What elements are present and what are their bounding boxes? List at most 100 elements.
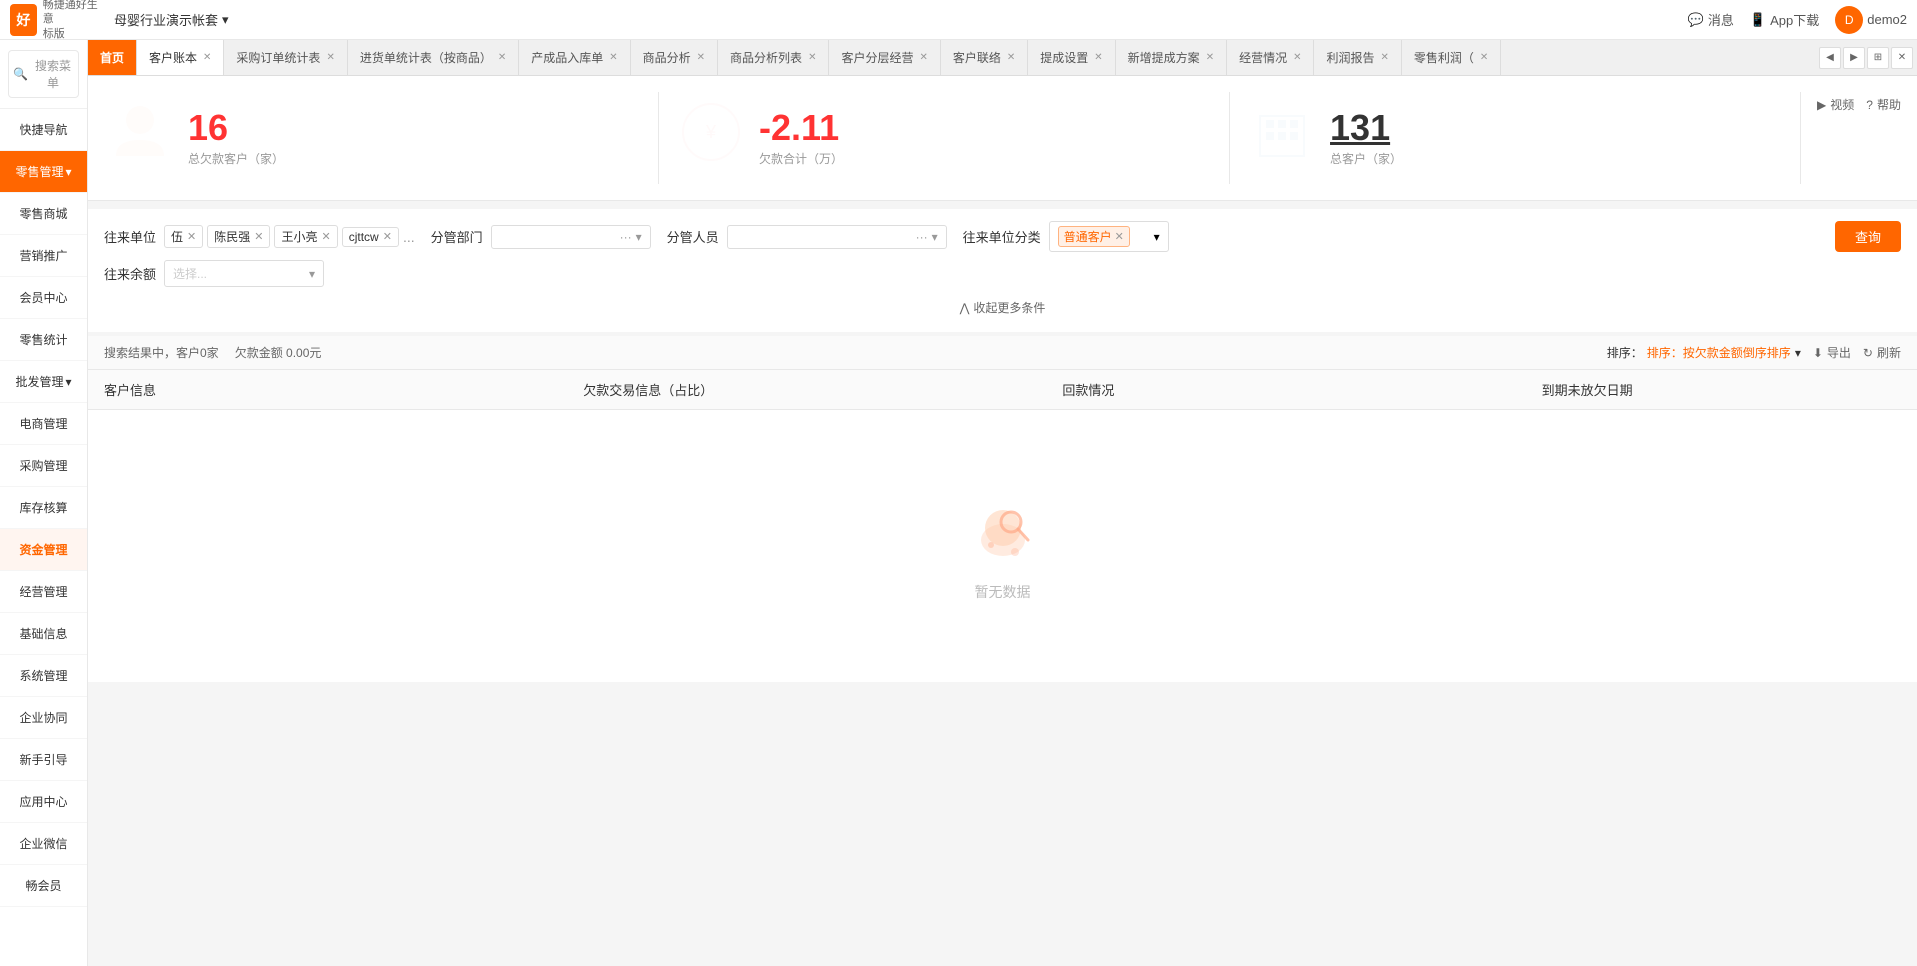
classify-dropdown-icon: ▾ [1154, 230, 1160, 244]
debt-icon: ¥ [679, 100, 743, 176]
inventory-label: 库存核算 [19, 501, 67, 515]
filter-tag-wu-close[interactable]: ✕ [187, 230, 196, 243]
sidebar-item-retail-mall[interactable]: 零售商城 [0, 193, 87, 235]
tab-customer-contacts[interactable]: 客户联络 ✕ [941, 40, 1028, 75]
query-button[interactable]: 查询 [1835, 221, 1901, 252]
chevron-down-icon: ▾ [65, 165, 71, 179]
tab-close-icon-11[interactable]: ✕ [1293, 52, 1301, 63]
stat-card-credit-customers: 16 总欠款客户（家） [88, 92, 659, 184]
filter-row-2: 往来余额 选择... ▾ [104, 260, 1901, 287]
tab-product-inbound[interactable]: 产成品入库单 ✕ [519, 40, 630, 75]
tab-inbound-stats[interactable]: 进货单统计表（按商品） ✕ [348, 40, 519, 75]
tab-next-button[interactable]: ▶ [1843, 47, 1865, 69]
remainder-select[interactable]: 选择... ▾ [164, 260, 324, 287]
messages-button[interactable]: 💬 消息 [1688, 10, 1734, 29]
help-icon: ? [1866, 98, 1873, 112]
dept-filter-label: 分管部门 [431, 227, 483, 246]
member2-label: 畅会员 [25, 879, 61, 893]
sidebar-item-retail-stats[interactable]: 零售统计 [0, 319, 87, 361]
stat-info-total-customers: 131 总客户（家） [1330, 110, 1402, 167]
sidebar-item-purchase[interactable]: 采购管理 [0, 445, 87, 487]
page-content: 16 总欠款客户（家） ¥ -2.11 欠款合计（万） [88, 76, 1917, 966]
sidebar-item-member2[interactable]: 畅会员 [0, 865, 87, 907]
sidebar-item-enterprise-wechat[interactable]: 企业微信 [0, 823, 87, 865]
sidebar-item-inventory[interactable]: 库存核算 [0, 487, 87, 529]
sidebar-search-area: 🔍 搜索菜单 [0, 40, 87, 109]
tab-purchase-orders[interactable]: 采购订单统计表 ✕ [224, 40, 347, 75]
stat-info-credit: 16 总欠款客户（家） [188, 110, 284, 167]
sidebar-item-system[interactable]: 系统管理 [0, 655, 87, 697]
sidebar-item-wholesale[interactable]: 批发管理 ▾ [0, 361, 87, 403]
tab-close-icon-10[interactable]: ✕ [1206, 52, 1214, 63]
sidebar-item-ecommerce[interactable]: 电商管理 [0, 403, 87, 445]
sidebar-item-retail[interactable]: 零售管理 ▾ [0, 151, 87, 193]
refresh-button[interactable]: ↻ 刷新 [1863, 344, 1901, 361]
classify-tag-close[interactable]: ✕ [1115, 230, 1124, 243]
filter-tag-wang-close[interactable]: ✕ [322, 230, 331, 243]
sidebar-item-basic-info[interactable]: 基础信息 [0, 613, 87, 655]
filter-tag-chen-close[interactable]: ✕ [254, 230, 263, 243]
company-selector[interactable]: 母婴行业演示帐套 ▾ [106, 6, 237, 33]
tab-profit-report[interactable]: 利润报告 ✕ [1314, 40, 1401, 75]
user-avatar[interactable]: D demo2 [1835, 6, 1907, 34]
filter-tag-chen: 陈民强 ✕ [207, 225, 270, 248]
classify-tag-label: 普通客户 [1064, 228, 1112, 245]
tab-customer-segments[interactable]: 客户分层经营 ✕ [829, 40, 940, 75]
tab-product-analysis-list[interactable]: 商品分析列表 ✕ [718, 40, 829, 75]
data-table: 客户信息 欠款交易信息（占比） 回款情况 到期未放欠日期 [88, 370, 1917, 682]
video-button[interactable]: ▶ 视频 [1817, 96, 1854, 113]
tab-home[interactable]: 首页 [88, 40, 137, 75]
export-button[interactable]: ⬇ 导出 [1813, 344, 1851, 361]
sidebar-item-member[interactable]: 会员中心 [0, 277, 87, 319]
tab-close-icon[interactable]: ✕ [203, 52, 211, 63]
filter-tag-cjttcw-close[interactable]: ✕ [383, 230, 392, 243]
sidebar-item-app-center[interactable]: 应用中心 [0, 781, 87, 823]
tab-close-icon-9[interactable]: ✕ [1094, 52, 1102, 63]
tab-close-icon-7[interactable]: ✕ [919, 52, 927, 63]
tab-retail-profit[interactable]: 零售利润（ ✕ [1402, 40, 1501, 75]
tab-close-icon-3[interactable]: ✕ [498, 52, 506, 63]
tab-close-icon-12[interactable]: ✕ [1381, 52, 1389, 63]
tab-close-all-button[interactable]: ✕ [1891, 47, 1913, 69]
sidebar-item-operations[interactable]: 经营管理 [0, 571, 87, 613]
sidebar-item-quick-nav[interactable]: 快捷导航 [0, 109, 87, 151]
tab-product-analysis[interactable]: 商品分析 ✕ [631, 40, 718, 75]
avatar-icon: D [1835, 6, 1863, 34]
empty-state: 暂无数据 [88, 410, 1917, 682]
sort-select[interactable]: 排序： 排序：按欠款金额倒序排序 ▾ [1607, 344, 1801, 361]
search-menu-button[interactable]: 🔍 搜索菜单 [8, 50, 79, 98]
finance-label: 资金管理 [19, 543, 67, 557]
filter-tag-cjttcw: cjttcw ✕ [342, 227, 399, 247]
tab-customer-accounts[interactable]: 客户账本 ✕ [137, 40, 224, 75]
tab-close-icon-2[interactable]: ✕ [326, 52, 334, 63]
tab-expand-button[interactable]: ⊞ [1867, 47, 1889, 69]
sidebar-item-marketing[interactable]: 营销推广 [0, 235, 87, 277]
sidebar-item-new-guide[interactable]: 新手引导 [0, 739, 87, 781]
person-select[interactable]: ··· ▾ [727, 225, 947, 249]
quick-nav-label: 快捷导航 [19, 123, 67, 137]
help-button[interactable]: ? 帮助 [1866, 96, 1901, 113]
tab-business-status[interactable]: 经营情况 ✕ [1227, 40, 1314, 75]
collapse-button[interactable]: ⋀ 收起更多条件 [952, 295, 1054, 320]
filter-more-button[interactable]: ... [403, 229, 415, 245]
tab-new-promotion[interactable]: 新增提成方案 ✕ [1116, 40, 1227, 75]
remainder-filter-label: 往来余额 [104, 264, 156, 283]
classify-select[interactable]: 普通客户 ✕ ▾ [1049, 221, 1169, 252]
sidebar-item-enterprise-coop[interactable]: 企业协同 [0, 697, 87, 739]
tab-close-icon-8[interactable]: ✕ [1007, 52, 1015, 63]
dept-select[interactable]: ··· ▾ [491, 225, 651, 249]
tab-close-icon-13[interactable]: ✕ [1480, 52, 1488, 63]
tab-close-icon-4[interactable]: ✕ [609, 52, 617, 63]
results-info: 搜索结果中，客户0家 欠款金额 0.00元 [104, 344, 321, 361]
app-download-button[interactable]: 📱 App下载 [1750, 10, 1819, 29]
dept-dropdown-icon: ▾ [636, 230, 642, 244]
filter-tag-wang-label: 王小亮 [281, 228, 317, 245]
sidebar-item-finance[interactable]: 资金管理 [0, 529, 87, 571]
tab-close-icon-5[interactable]: ✕ [697, 52, 705, 63]
tab-prev-button[interactable]: ◀ [1819, 47, 1841, 69]
marketing-label: 营销推广 [19, 249, 67, 263]
collapse-row: ⋀ 收起更多条件 [104, 295, 1901, 320]
credit-customers-label: 总欠款客户（家） [188, 150, 284, 167]
tab-close-icon-6[interactable]: ✕ [808, 52, 816, 63]
tab-promotion-settings[interactable]: 提成设置 ✕ [1028, 40, 1115, 75]
